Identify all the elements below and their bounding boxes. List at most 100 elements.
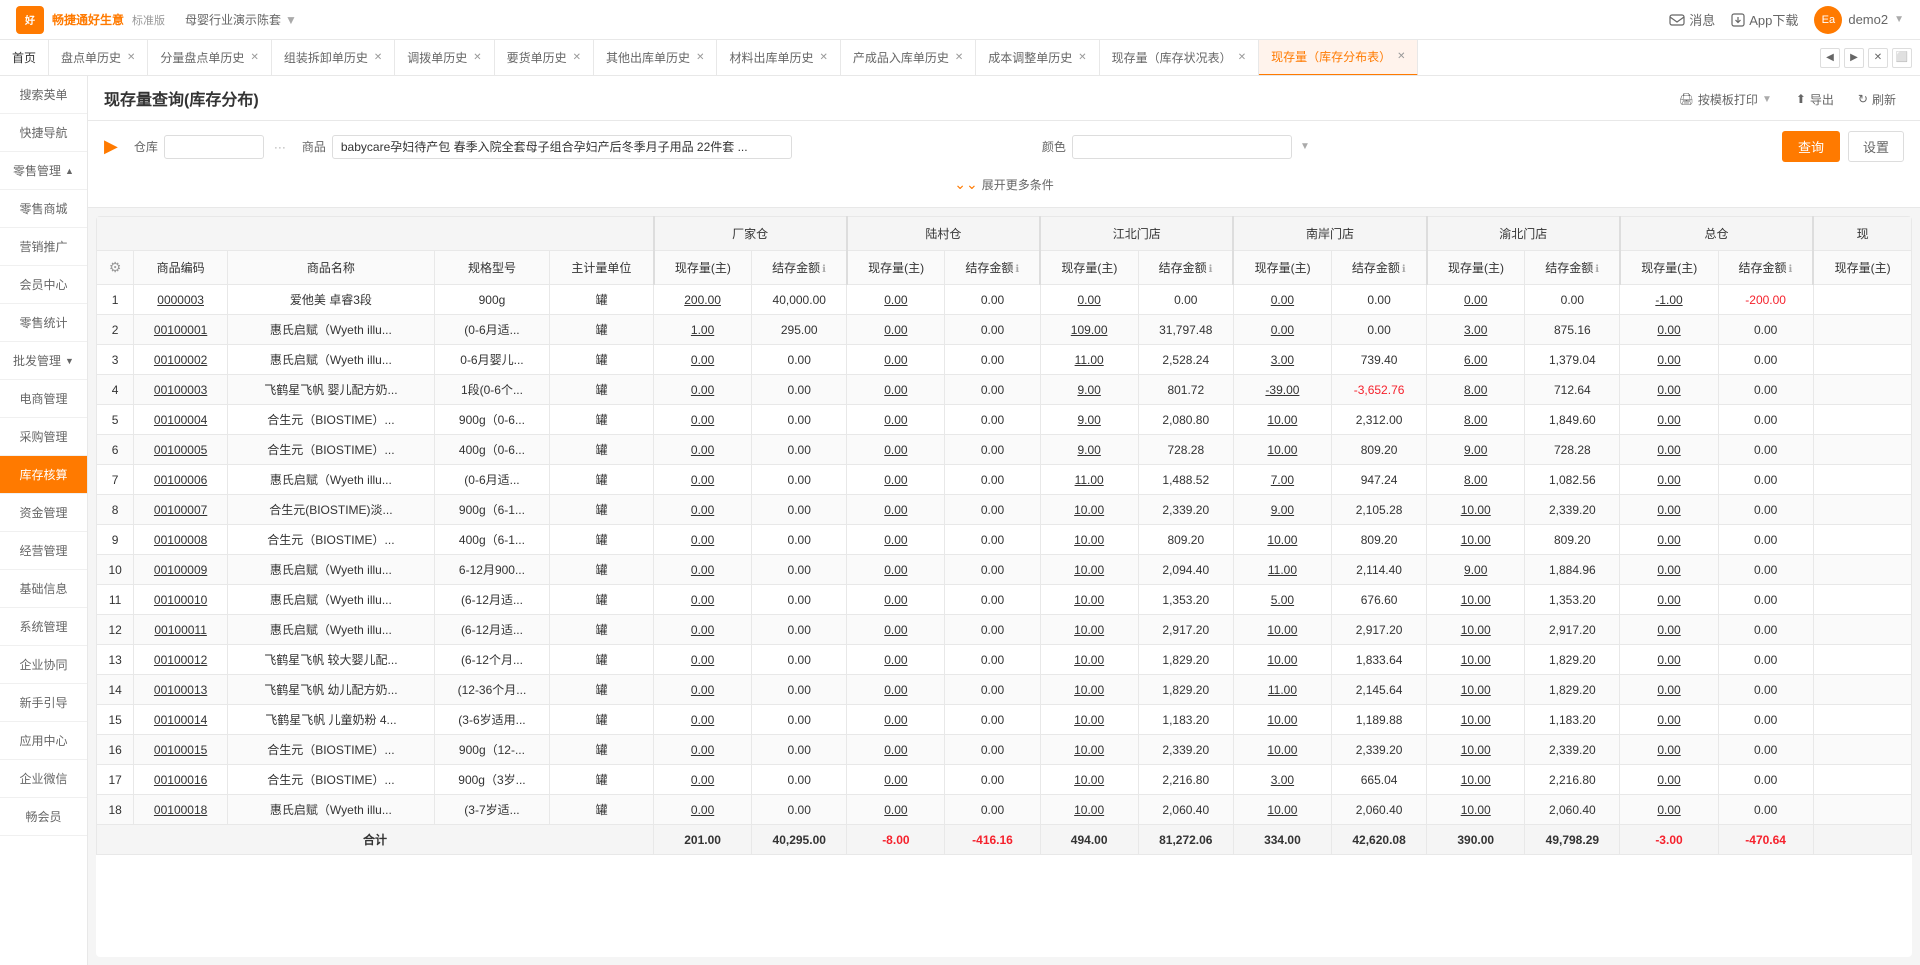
tab-7-close[interactable]: ✕ [819,52,827,63]
table-cell[interactable]: 00100002 [134,345,228,375]
tab-10-close[interactable]: ✕ [1238,52,1246,63]
sidebar-item-purchase[interactable]: 采购管理 [0,418,87,456]
table-cell[interactable]: 0.00 [1620,315,1718,345]
table-cell[interactable]: 0.00 [1620,795,1718,825]
table-cell[interactable]: 00100004 [134,405,228,435]
table-cell[interactable]: 11.00 [1233,555,1331,585]
tab-8-close[interactable]: ✕ [955,52,963,63]
table-cell[interactable]: 00100018 [134,795,228,825]
table-cell[interactable]: 00100015 [134,735,228,765]
table-cell[interactable]: 10.00 [1427,705,1525,735]
sidebar-item-ecommerce[interactable]: 电商管理 [0,380,87,418]
table-cell[interactable]: 10.00 [1427,525,1525,555]
table-cell[interactable]: 10.00 [1040,645,1138,675]
table-cell[interactable]: 10.00 [1233,705,1331,735]
message-btn[interactable]: 消息 [1669,10,1715,29]
tab-3-close[interactable]: ✕ [374,52,382,63]
tab-6-close[interactable]: ✕ [696,52,704,63]
sidebar-item-basic[interactable]: 基础信息 [0,570,87,608]
table-cell[interactable]: 0.00 [847,765,945,795]
settings-btn[interactable]: 设置 [1848,131,1904,162]
table-cell[interactable]: 0.00 [847,495,945,525]
table-cell[interactable]: 0.00 [1620,525,1718,555]
refresh-btn[interactable]: ↻ 刷新 [1850,87,1904,112]
table-cell[interactable]: 0.00 [847,315,945,345]
fac-amt-info-icon[interactable]: ℹ [822,264,826,275]
table-cell[interactable]: 7.00 [1233,465,1331,495]
tab-9[interactable]: 成本调整单历史 ✕ [976,40,1099,76]
table-cell[interactable]: 10.00 [1040,585,1138,615]
table-cell[interactable]: 0.00 [654,615,752,645]
table-cell[interactable]: 0.00 [847,645,945,675]
table-cell[interactable]: 10.00 [1427,675,1525,705]
table-cell[interactable]: 10.00 [1427,645,1525,675]
table-cell[interactable]: 10.00 [1040,495,1138,525]
table-cell[interactable]: 10.00 [1233,645,1331,675]
table-cell[interactable]: 0.00 [654,765,752,795]
sidebar-item-guide[interactable]: 新手引导 [0,684,87,722]
sidebar-item-member[interactable]: 会员中心 [0,266,87,304]
table-cell[interactable]: 0.00 [1620,465,1718,495]
tab-1[interactable]: 盘点单历史 ✕ [49,40,148,76]
table-cell[interactable]: 1.00 [654,315,752,345]
tab-2[interactable]: 分量盘点单历史 ✕ [148,40,271,76]
table-cell[interactable]: 3.00 [1427,315,1525,345]
table-cell[interactable]: 10.00 [1427,795,1525,825]
tab-5-close[interactable]: ✕ [573,52,581,63]
table-cell[interactable]: 9.00 [1040,435,1138,465]
tab-4-close[interactable]: ✕ [473,52,481,63]
sidebar-item-wholesale[interactable]: 批发管理 ▼ [0,342,87,380]
sidebar-item-wecom[interactable]: 企业微信 [0,760,87,798]
sidebar-item-system[interactable]: 系统管理 [0,608,87,646]
sidebar-item-marketing[interactable]: 营销推广 [0,228,87,266]
table-cell[interactable]: -39.00 [1233,375,1331,405]
table-cell[interactable]: 10.00 [1427,765,1525,795]
tab-7[interactable]: 材料出库单历史 ✕ [717,40,840,76]
tab-max-btn[interactable]: ⬜ [1892,48,1912,68]
table-cell[interactable]: 00100013 [134,675,228,705]
table-cell[interactable]: 10.00 [1040,705,1138,735]
table-cell[interactable]: 00100016 [134,765,228,795]
table-cell[interactable]: 0.00 [654,375,752,405]
tab-prev-btn[interactable]: ◀ [1820,48,1840,68]
table-cell[interactable]: 200.00 [654,285,752,315]
tab-11[interactable]: 现存量（库存分布表）✕ [1259,40,1418,76]
table-cell[interactable]: 00100010 [134,585,228,615]
sidebar-item-finance[interactable]: 资金管理 [0,494,87,532]
table-cell[interactable]: 0.00 [847,375,945,405]
sidebar-item-retail-shop[interactable]: 零售商城 [0,190,87,228]
table-cell[interactable]: 0.00 [847,705,945,735]
warehouse-input[interactable] [164,135,264,159]
table-cell[interactable]: 0.00 [1233,315,1331,345]
yb-amt-info-icon[interactable]: ℹ [1595,264,1599,275]
table-cell[interactable]: 10.00 [1040,795,1138,825]
table-cell[interactable]: 0.00 [847,675,945,705]
industry-selector[interactable]: 母婴行业演示陈套 ▼ [185,11,297,28]
table-cell[interactable]: 0.00 [1620,705,1718,735]
na-amt-info-icon[interactable]: ℹ [1402,264,1406,275]
lu-amt-info-icon[interactable]: ℹ [1015,264,1019,275]
sidebar-item-member2[interactable]: 畅会员 [0,798,87,836]
table-cell[interactable]: 0.00 [847,345,945,375]
table-cell[interactable]: 0.00 [654,495,752,525]
table-cell[interactable]: 0.00 [847,615,945,645]
sidebar-item-nav[interactable]: 快捷导航 [0,114,87,152]
table-cell[interactable]: 10.00 [1040,675,1138,705]
tab-8[interactable]: 产成品入库单历史 ✕ [841,40,976,76]
table-cell[interactable]: 10.00 [1040,735,1138,765]
jb-amt-info-icon[interactable]: ℹ [1209,264,1213,275]
table-cell[interactable]: 00100001 [134,315,228,345]
table-cell[interactable]: 3.00 [1233,345,1331,375]
table-cell[interactable]: 8.00 [1427,465,1525,495]
table-cell[interactable]: 0.00 [1620,345,1718,375]
table-cell[interactable]: 00100009 [134,555,228,585]
table-cell[interactable]: 0.00 [1620,435,1718,465]
table-cell[interactable]: 10.00 [1233,735,1331,765]
table-cell[interactable]: 0.00 [654,585,752,615]
table-cell[interactable]: 9.00 [1427,555,1525,585]
table-cell[interactable]: 0.00 [1620,555,1718,585]
table-cell[interactable]: 10.00 [1427,585,1525,615]
table-cell[interactable]: 00100007 [134,495,228,525]
table-cell[interactable]: 0.00 [654,735,752,765]
table-cell[interactable]: 0.00 [847,435,945,465]
